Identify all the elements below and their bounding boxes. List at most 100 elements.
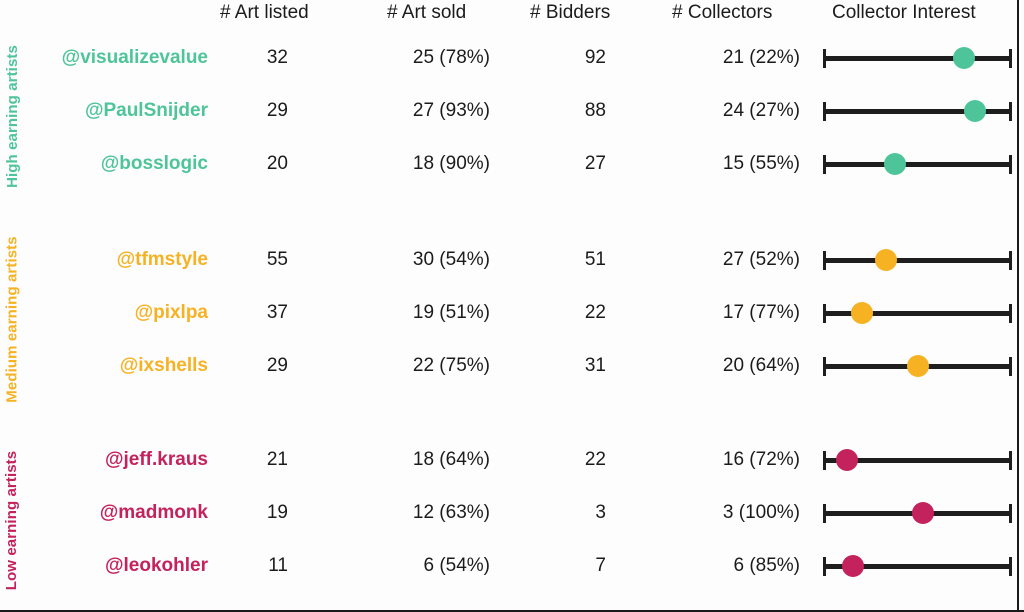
interest-axis-cap-left (823, 155, 826, 174)
table-row[interactable]: @visualizevalue 32 25 (78%) 92 21 (22%) (0, 38, 1024, 78)
collector-interest-indicator (820, 240, 1016, 280)
table-row[interactable]: @pixlpa 37 19 (51%) 22 17 (77%) (0, 293, 1024, 333)
cell-art-sold: 18 (64%) (412, 449, 490, 470)
table-header-row: # Art listed # Art sold # Bidders # Collect… (0, 0, 1024, 28)
cell-bidders: 7 (595, 555, 606, 576)
cell-art-sold: 22 (75%) (412, 355, 490, 376)
cell-artist-name: @madmonk (99, 502, 208, 523)
interest-axis-cap-left (823, 504, 826, 523)
cell-collectors: 21 (22%) (722, 47, 800, 68)
cell-bidders: 22 (584, 449, 606, 470)
cell-collectors: 24 (27%) (722, 100, 800, 121)
cell-art-sold: 30 (54%) (412, 249, 490, 270)
interest-axis-cap-right (1009, 357, 1012, 376)
cell-collectors: 20 (64%) (722, 355, 800, 376)
cell-art-sold: 25 (78%) (412, 47, 490, 68)
interest-value-dot (963, 100, 986, 122)
interest-axis-cap-right (1009, 102, 1012, 121)
cell-art-listed: 21 (266, 449, 288, 470)
cell-bidders: 31 (584, 355, 606, 376)
collector-interest-indicator (820, 546, 1016, 586)
interest-axis-cap-left (823, 102, 826, 121)
cell-bidders: 22 (584, 302, 606, 323)
interest-axis-cap-right (1009, 49, 1012, 68)
interest-axis-cap-left (823, 357, 826, 376)
cell-art-sold: 19 (51%) (412, 302, 490, 323)
cell-art-listed: 55 (266, 249, 288, 270)
column-header-collectors: # Collectors (672, 2, 773, 23)
table-row[interactable]: @madmonk 19 12 (63%) 3 3 (100%) (0, 493, 1024, 533)
column-header-art_sold: # Art sold (387, 2, 467, 23)
cell-collectors: 27 (52%) (722, 249, 800, 270)
cell-collectors: 3 (100%) (722, 502, 800, 523)
interest-axis-cap-right (1009, 304, 1012, 323)
collector-interest-indicator (820, 440, 1016, 480)
collector-interest-indicator (820, 293, 1016, 333)
cell-art-sold: 12 (63%) (412, 502, 490, 523)
interest-value-dot (851, 302, 873, 324)
cell-art-listed: 20 (266, 153, 288, 174)
cell-artist-name: @tfmstyle (116, 249, 208, 270)
cell-art-sold: 6 (54%) (423, 555, 490, 576)
cell-artist-name: @PaulSnijder (84, 100, 208, 121)
cell-artist-name: @visualizevalue (61, 47, 208, 68)
interest-value-dot (875, 249, 898, 271)
interest-axis-cap-right (1009, 155, 1012, 174)
table-row[interactable]: @tfmstyle 55 30 (54%) 51 27 (52%) (0, 240, 1024, 280)
collector-interest-indicator (820, 493, 1016, 533)
cell-collectors: 16 (72%) (722, 449, 800, 470)
cell-art-listed: 19 (266, 502, 288, 523)
cell-collectors: 17 (77%) (722, 302, 800, 323)
table-row[interactable]: @bosslogic 20 18 (90%) 27 15 (55%) (0, 144, 1024, 184)
interest-value-dot (912, 502, 935, 524)
interest-axis-line (824, 258, 1012, 263)
cell-art-listed: 11 (268, 555, 288, 576)
interest-axis-cap-left (823, 304, 826, 323)
cell-bidders: 88 (584, 100, 606, 121)
cell-collectors: 15 (55%) (722, 153, 800, 174)
collector-interest-indicator (820, 38, 1016, 78)
interest-value-dot (841, 555, 864, 577)
collector-interest-indicator (820, 144, 1016, 184)
table-row[interactable]: @leokohler 11 6 (54%) 7 6 (85%) (0, 546, 1024, 586)
cell-bidders: 3 (595, 502, 606, 523)
collector-interest-indicator (820, 346, 1016, 386)
interest-axis-cap-left (823, 557, 826, 576)
artist-stats-table: # Art listed # Art sold # Bidders # Collect… (0, 0, 1024, 612)
interest-axis-cap-right (1009, 451, 1012, 470)
column-header-art_listed: # Art listed (220, 2, 309, 23)
cell-art-sold: 27 (93%) (412, 100, 490, 121)
cell-artist-name: @ixshells (119, 355, 208, 376)
cell-artist-name: @jeff.kraus (104, 449, 208, 470)
interest-axis-cap-left (823, 451, 826, 470)
interest-axis-line (824, 56, 1012, 61)
interest-axis-line (824, 162, 1012, 167)
cell-art-listed: 32 (266, 47, 288, 68)
cell-art-listed: 29 (266, 100, 288, 121)
column-header-bidders: # Bidders (530, 2, 611, 23)
interest-axis-cap-right (1009, 251, 1012, 270)
interest-value-dot (836, 449, 859, 471)
cell-bidders: 92 (584, 47, 606, 68)
table-row[interactable]: @jeff.kraus 21 18 (64%) 22 16 (72%) (0, 440, 1024, 480)
table-row[interactable]: @PaulSnijder 29 27 (93%) 88 24 (27%) (0, 91, 1024, 131)
collector-interest-indicator (820, 91, 1016, 131)
interest-axis-cap-right (1009, 557, 1012, 576)
interest-axis-cap-right (1009, 504, 1012, 523)
interest-value-dot (884, 153, 907, 175)
cell-artist-name: @leokohler (105, 555, 208, 576)
cell-bidders: 27 (584, 153, 606, 174)
interest-value-dot (952, 47, 975, 69)
cell-art-listed: 37 (266, 302, 288, 323)
cell-artist-name: @pixlpa (134, 302, 208, 323)
interest-axis-cap-left (823, 251, 826, 270)
cell-artist-name: @bosslogic (100, 153, 208, 174)
cell-art-sold: 18 (90%) (412, 153, 490, 174)
cell-collectors: 6 (85%) (733, 555, 800, 576)
table-row[interactable]: @ixshells 29 22 (75%) 31 20 (64%) (0, 346, 1024, 386)
interest-value-dot (906, 355, 929, 377)
cell-bidders: 51 (584, 249, 606, 270)
column-header-collector_interest: Collector Interest (832, 2, 976, 23)
cell-art-listed: 29 (266, 355, 288, 376)
interest-axis-cap-left (823, 49, 826, 68)
